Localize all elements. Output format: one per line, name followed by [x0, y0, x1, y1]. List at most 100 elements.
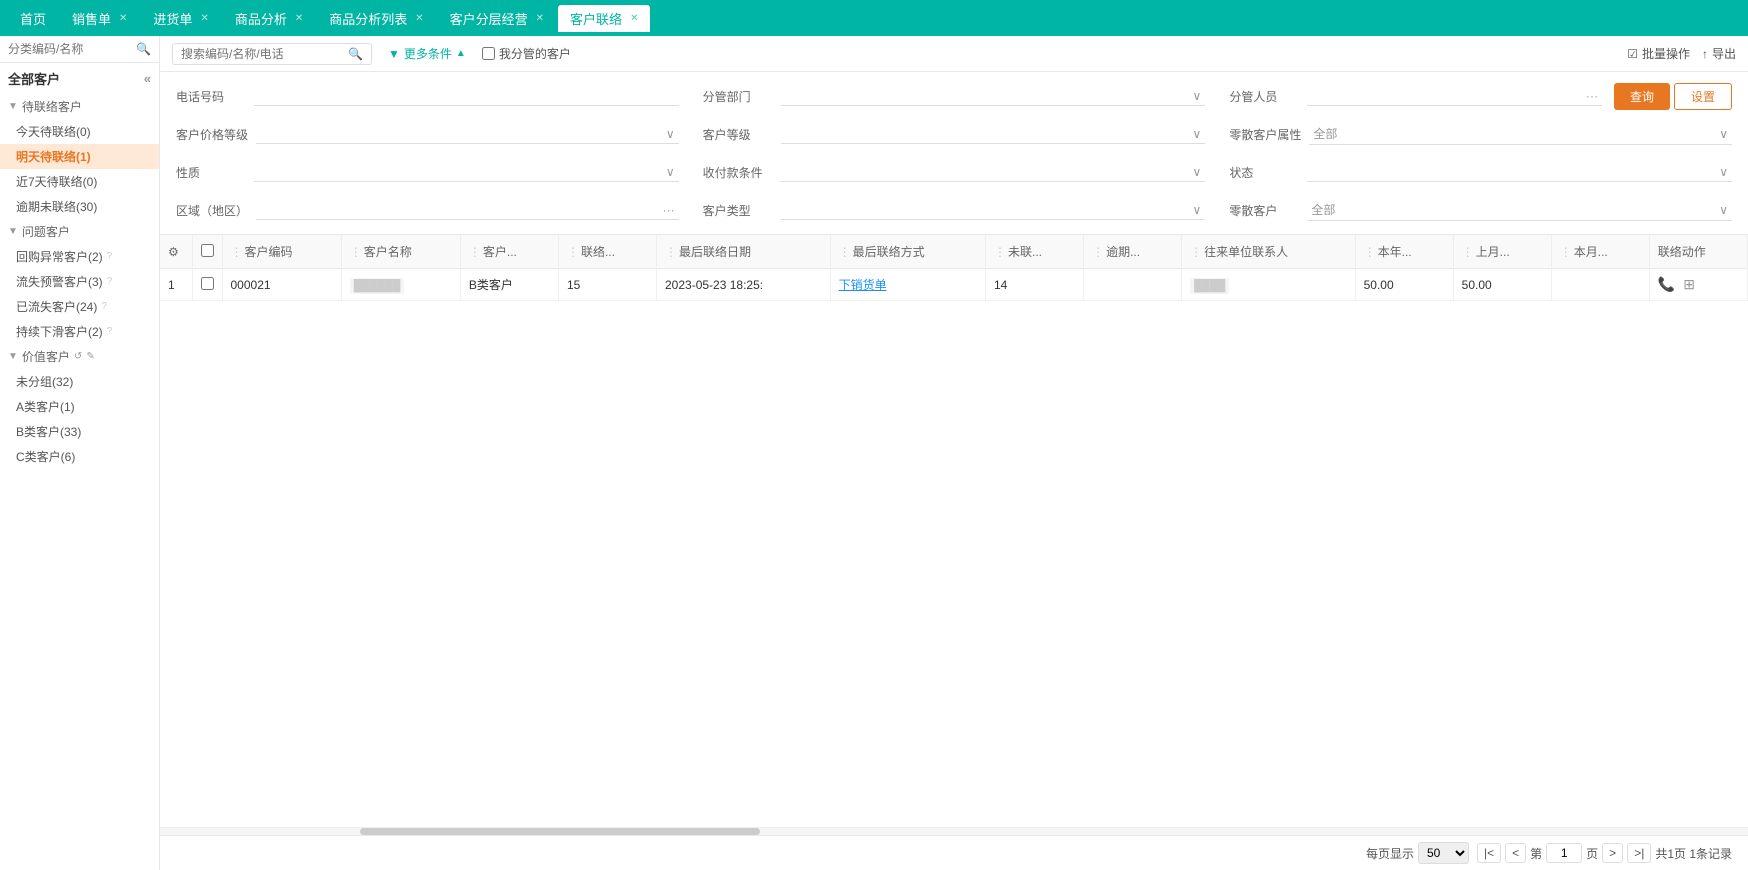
sidebar-item-ungrouped[interactable]: 未分组(32) [0, 369, 159, 394]
sidebar-search-container: 🔍 [0, 36, 159, 63]
export-btn[interactable]: ↑ 导出 [1702, 45, 1736, 62]
page-first-btn[interactable]: |< [1477, 843, 1501, 863]
row-last-method[interactable]: 下销货单 [830, 269, 985, 301]
collapse-icon[interactable]: « [144, 71, 151, 86]
help-icon-3[interactable]: ? [107, 326, 113, 337]
filter-retail-attr: 零散客户属性 全部 ∨ [1229, 118, 1732, 150]
pending-group-title: 待联络客户 [0, 94, 159, 119]
nav-sales[interactable]: 销售单 ✕ [60, 5, 139, 32]
sidebar-item-class-a[interactable]: A类客户(1) [0, 394, 159, 419]
sidebar-item-churned[interactable]: 已流失客户(24) ? [0, 294, 159, 319]
filter-retail-select[interactable]: 全部 ∨ [1307, 199, 1732, 221]
filter-dept-select[interactable]: ∨ [781, 87, 1206, 106]
action-phone-icon[interactable]: 📞 [1658, 276, 1675, 293]
horizontal-scrollbar[interactable] [160, 827, 1748, 835]
filter-icon: ▼ [388, 47, 400, 61]
filter-customer-level-select[interactable]: ∨ [781, 125, 1206, 144]
gear-icon[interactable]: ⚙ [168, 245, 179, 259]
total-records: 共1页 1条记录 [1655, 845, 1732, 862]
scrollbar-thumb[interactable] [360, 828, 760, 835]
filter-nature: 性质 ∨ [176, 156, 679, 188]
help-icon-2[interactable]: ? [101, 301, 107, 312]
page-label: 第 [1530, 845, 1542, 862]
help-icon-0[interactable]: ? [107, 251, 113, 262]
value-group-refresh[interactable]: ↺ [74, 351, 82, 362]
sidebar-item-today[interactable]: 今天待联络(0) [0, 119, 159, 144]
filter-region-ellipsis[interactable]: ··· [256, 201, 679, 220]
select-all-checkbox[interactable] [201, 244, 214, 257]
filter-region-label: 区域（地区） [176, 202, 248, 219]
row-checkbox[interactable] [201, 277, 214, 290]
row-checkbox-cell[interactable] [192, 269, 222, 301]
nav-purchase-close[interactable]: ✕ [200, 13, 208, 24]
page-next-btn[interactable]: > [1602, 843, 1623, 863]
nav-analysis-list-close[interactable]: ✕ [415, 13, 423, 24]
customers-table: ⚙ ⋮客户编码 ⋮客户名称 ⋮客户... ⋮联络... ⋮最后联络日期 ⋮最后联… [160, 235, 1748, 301]
toolbar-search-icon[interactable]: 🔍 [348, 47, 363, 61]
toolbar-search-input[interactable] [181, 47, 344, 61]
filter-phone: 电话号码 [176, 80, 679, 112]
filter-retail-attr-select[interactable]: 全部 ∨ [1309, 123, 1732, 145]
my-customers-checkbox-container: 我分管的客户 [482, 45, 571, 62]
value-group-edit[interactable]: ✎ [86, 351, 94, 362]
page-prev-btn[interactable]: < [1505, 843, 1526, 863]
page-input[interactable] [1546, 843, 1582, 863]
filter-more-btn[interactable]: ▼ 更多条件 ▲ [380, 42, 474, 65]
settings-btn[interactable]: 设置 [1674, 83, 1732, 110]
nav-customer-layered-close[interactable]: ✕ [536, 13, 544, 24]
help-icon-1[interactable]: ? [107, 276, 113, 287]
query-btn[interactable]: 查询 [1614, 83, 1670, 110]
filter-nature-select[interactable]: ∨ [254, 163, 679, 182]
nav-sales-close[interactable]: ✕ [119, 13, 127, 24]
action-grid-icon[interactable]: ⊞ [1683, 276, 1695, 293]
sidebar-item-class-b[interactable]: B类客户(33) [0, 419, 159, 444]
nav-analysis-list[interactable]: 商品分析列表 ✕ [317, 5, 435, 32]
sidebar-item-declining[interactable]: 持续下滑客户(2) ? [0, 319, 159, 344]
nav-customer-contact[interactable]: 客户联络 ✕ [558, 5, 650, 32]
sidebar-item-churn-warning[interactable]: 流失预警客户(3) ? [0, 269, 159, 294]
filter-customer-type-chevron: ∨ [1193, 203, 1202, 217]
nav-analysis-close[interactable]: ✕ [295, 13, 303, 24]
sidebar-item-tomorrow[interactable]: 明天待联络(1) [0, 144, 159, 169]
row-last-date: 2023-05-23 18:25: [657, 269, 831, 301]
page-last-btn[interactable]: >| [1627, 843, 1651, 863]
filter-customer-type-select[interactable]: ∨ [781, 201, 1206, 220]
filter-payment: 收付款条件 ∨ [703, 156, 1206, 188]
row-last-method-link[interactable]: 下销货单 [839, 278, 887, 292]
filter-retail: 零散客户 全部 ∨ [1229, 194, 1732, 226]
nav-customer-layered[interactable]: 客户分层经营 ✕ [438, 5, 556, 32]
nav-analysis-list-label: 商品分析列表 [329, 9, 407, 28]
col-checkbox[interactable] [192, 235, 222, 269]
nav-purchase[interactable]: 进货单 ✕ [141, 5, 220, 32]
sidebar-item-repurchase-anomaly[interactable]: 回购异常客户(2) ? [0, 244, 159, 269]
filter-manager-ellipsis[interactable]: ··· [1307, 87, 1602, 106]
filter-payment-select[interactable]: ∨ [781, 163, 1206, 182]
sidebar-item-overdue[interactable]: 逾期未联络(30) [0, 194, 159, 219]
my-customers-checkbox[interactable] [482, 47, 495, 60]
per-page-select[interactable]: 50 100 200 [1418, 842, 1469, 864]
filter-nature-chevron: ∨ [666, 165, 675, 179]
col-gear[interactable]: ⚙ [160, 235, 192, 269]
col-name: ⋮客户名称 [341, 235, 460, 269]
batch-ops-label: 批量操作 [1642, 45, 1690, 62]
sidebar-item-class-c[interactable]: C类客户(6) [0, 444, 159, 469]
filter-price-level-select[interactable]: ∨ [256, 125, 679, 144]
nav-home[interactable]: 首页 [8, 5, 58, 32]
filter-phone-input[interactable] [254, 87, 679, 106]
batch-ops-btn[interactable]: ☑ 批量操作 [1627, 45, 1690, 62]
sidebar-search-input[interactable] [8, 42, 132, 56]
filter-status-select[interactable]: ∨ [1307, 163, 1732, 182]
top-nav: 首页 销售单 ✕ 进货单 ✕ 商品分析 ✕ 商品分析列表 ✕ 客户分层经营 ✕ … [0, 0, 1748, 36]
sidebar: 🔍 全部客户 « 待联络客户 今天待联络(0) 明天待联络(1) 近7天待联络(… [0, 36, 160, 870]
filter-customer-type: 客户类型 ∨ [703, 194, 1206, 226]
col-this-month: ⋮本月... [1551, 235, 1649, 269]
my-customers-label: 我分管的客户 [499, 45, 571, 62]
sidebar-item-7days[interactable]: 近7天待联络(0) [0, 169, 159, 194]
filter-payment-label: 收付款条件 [703, 164, 773, 181]
all-customers-header[interactable]: 全部客户 « [0, 63, 159, 94]
nav-analysis[interactable]: 商品分析 ✕ [223, 5, 315, 32]
sidebar-search-icon[interactable]: 🔍 [136, 42, 151, 56]
filter-chevron: ▲ [456, 48, 466, 59]
nav-customer-contact-close[interactable]: ✕ [630, 13, 638, 24]
row-index: 1 [160, 269, 192, 301]
